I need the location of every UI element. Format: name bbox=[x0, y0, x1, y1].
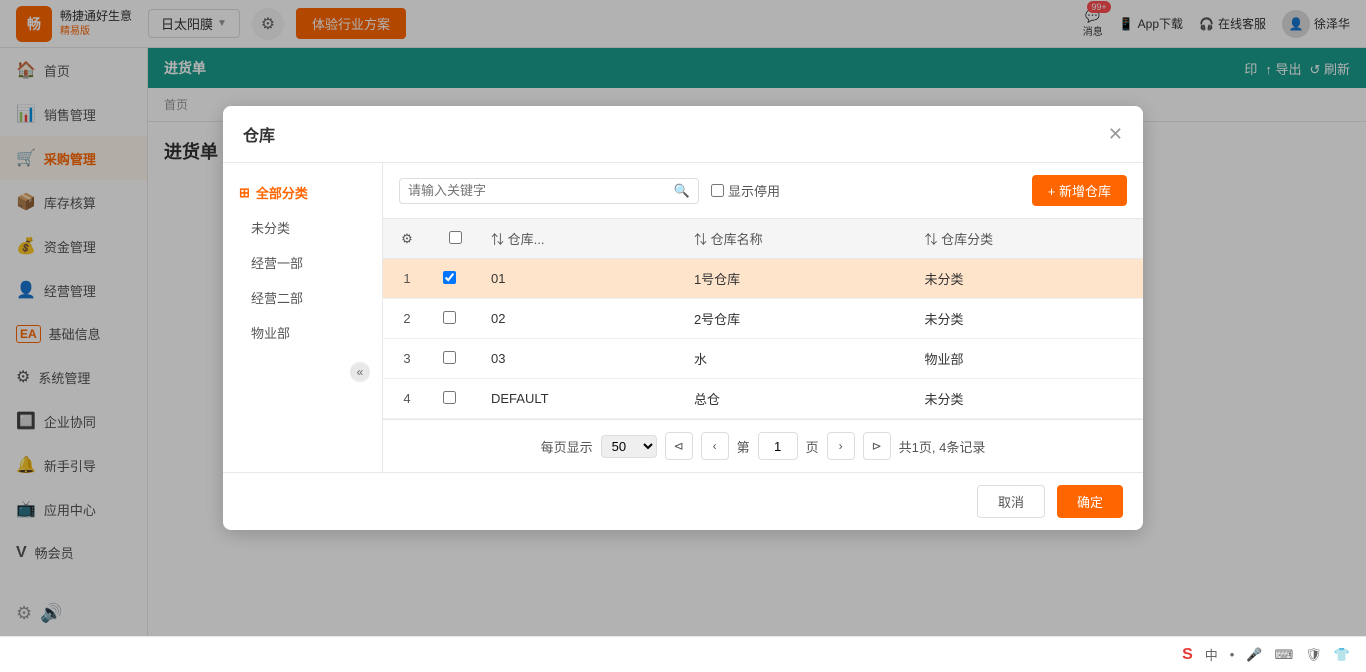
dialog-toolbar: 🔍 显示停用 + 新增仓库 bbox=[383, 163, 1143, 219]
select-all-checkbox[interactable] bbox=[449, 231, 462, 244]
row-checkbox-cell bbox=[431, 299, 479, 339]
per-page-select[interactable]: 50 100 bbox=[601, 435, 657, 458]
table-row[interactable]: 3 03 水 物业部 bbox=[383, 339, 1143, 379]
row-checkbox-cell bbox=[431, 259, 479, 299]
page-number-input[interactable] bbox=[758, 432, 798, 460]
search-input[interactable] bbox=[408, 183, 670, 198]
row-category: 未分类 bbox=[912, 259, 1143, 299]
taskbar-item-zh[interactable]: 中 bbox=[1205, 645, 1218, 664]
bottom-taskbar: S 中 • 🎤 ⌨ 🛡 👕 bbox=[0, 636, 1366, 672]
table-row[interactable]: 1 01 1号仓库 未分类 bbox=[383, 259, 1143, 299]
taskbar-item-tshirt[interactable]: 👕 bbox=[1334, 647, 1350, 663]
content-panel: 🔍 显示停用 + 新增仓库 ⚙ bbox=[383, 163, 1143, 472]
table-row[interactable]: 4 DEFAULT 总仓 未分类 bbox=[383, 379, 1143, 419]
dialog-close-button[interactable]: ✕ bbox=[1108, 124, 1123, 145]
row-num: 3 bbox=[383, 339, 431, 379]
pagination: 每页显示 50 100 ⊲ ‹ 第 页 › ⊳ 共1页, 4条记录 bbox=[383, 419, 1143, 472]
add-warehouse-button[interactable]: + 新增仓库 bbox=[1032, 175, 1127, 206]
total-label: 共1页, 4条记录 bbox=[899, 437, 986, 456]
all-categories-item[interactable]: ⊞ 全部分类 bbox=[223, 175, 382, 210]
row-name: 2号仓库 bbox=[682, 299, 913, 339]
row-category: 未分类 bbox=[912, 379, 1143, 419]
row-category: 物业部 bbox=[912, 339, 1143, 379]
page-label-post: 页 bbox=[806, 437, 819, 456]
search-box: 🔍 bbox=[399, 178, 699, 204]
row-category: 未分类 bbox=[912, 299, 1143, 339]
taskbar-item-keyboard[interactable]: ⌨ bbox=[1275, 647, 1294, 663]
dialog-body: ⊞ 全部分类 未分类 经营一部 经营二部 物业部 « 🔍 bbox=[223, 163, 1143, 472]
prev-page-button[interactable]: ‹ bbox=[701, 432, 729, 460]
row-name: 水 bbox=[682, 339, 913, 379]
col-code: ⇅ 仓库... bbox=[479, 219, 682, 259]
taskbar-item-dot: • bbox=[1230, 647, 1235, 662]
row-checkbox[interactable] bbox=[443, 391, 456, 404]
row-code: DEFAULT bbox=[479, 379, 682, 419]
row-checkbox[interactable] bbox=[443, 271, 456, 284]
next-page-button[interactable]: › bbox=[827, 432, 855, 460]
row-checkbox[interactable] bbox=[443, 351, 456, 364]
warehouse-dialog: 仓库 ✕ ⊞ 全部分类 未分类 经营一部 经营二部 物业部 « bbox=[223, 106, 1143, 530]
confirm-button[interactable]: 确定 bbox=[1057, 485, 1123, 518]
table-row[interactable]: 2 02 2号仓库 未分类 bbox=[383, 299, 1143, 339]
col-category: ⇅ 仓库分类 bbox=[912, 219, 1143, 259]
category-item-property[interactable]: 物业部 bbox=[223, 315, 382, 350]
collapse-button[interactable]: « bbox=[350, 362, 370, 382]
row-code: 02 bbox=[479, 299, 682, 339]
row-num: 1 bbox=[383, 259, 431, 299]
category-panel: ⊞ 全部分类 未分类 经营一部 经营二部 物业部 « bbox=[223, 163, 383, 472]
show-disabled-checkbox[interactable]: 显示停用 bbox=[711, 181, 780, 200]
show-disabled-check[interactable] bbox=[711, 184, 724, 197]
dialog-footer: 取消 确定 bbox=[223, 472, 1143, 530]
warehouse-table: ⚙ ⇅ 仓库... ⇅ 仓库名称 bbox=[383, 219, 1143, 419]
row-code: 01 bbox=[479, 259, 682, 299]
category-item-unclassified[interactable]: 未分类 bbox=[223, 210, 382, 245]
col-checkbox bbox=[431, 219, 479, 259]
last-page-button[interactable]: ⊳ bbox=[863, 432, 891, 460]
search-icon[interactable]: 🔍 bbox=[674, 183, 690, 199]
row-checkbox-cell bbox=[431, 339, 479, 379]
row-name: 总仓 bbox=[682, 379, 913, 419]
category-item-ops2[interactable]: 经营二部 bbox=[223, 280, 382, 315]
table-header-row: ⚙ ⇅ 仓库... ⇅ 仓库名称 bbox=[383, 219, 1143, 259]
row-checkbox[interactable] bbox=[443, 311, 456, 324]
dialog-header: 仓库 ✕ bbox=[223, 106, 1143, 163]
first-page-button[interactable]: ⊲ bbox=[665, 432, 693, 460]
taskbar-item-shield[interactable]: 🛡 bbox=[1305, 647, 1322, 663]
taskbar-item-mic[interactable]: 🎤 bbox=[1246, 647, 1262, 663]
modal-overlay: 仓库 ✕ ⊞ 全部分类 未分类 经营一部 经营二部 物业部 « bbox=[0, 0, 1366, 636]
col-settings: ⚙ bbox=[383, 219, 431, 259]
row-checkbox-cell bbox=[431, 379, 479, 419]
settings-col-icon[interactable]: ⚙ bbox=[401, 231, 413, 246]
cancel-button[interactable]: 取消 bbox=[977, 485, 1045, 518]
row-name: 1号仓库 bbox=[682, 259, 913, 299]
warehouse-table-wrap: ⚙ ⇅ 仓库... ⇅ 仓库名称 bbox=[383, 219, 1143, 419]
dialog-title: 仓库 bbox=[243, 122, 275, 146]
row-num: 2 bbox=[383, 299, 431, 339]
per-page-label: 每页显示 bbox=[541, 437, 593, 456]
row-num: 4 bbox=[383, 379, 431, 419]
category-item-ops1[interactable]: 经营一部 bbox=[223, 245, 382, 280]
page-label-pre: 第 bbox=[737, 437, 750, 456]
col-name: ⇅ 仓库名称 bbox=[682, 219, 913, 259]
grid-icon: ⊞ bbox=[239, 185, 250, 201]
taskbar-logo: S bbox=[1182, 646, 1193, 664]
row-code: 03 bbox=[479, 339, 682, 379]
